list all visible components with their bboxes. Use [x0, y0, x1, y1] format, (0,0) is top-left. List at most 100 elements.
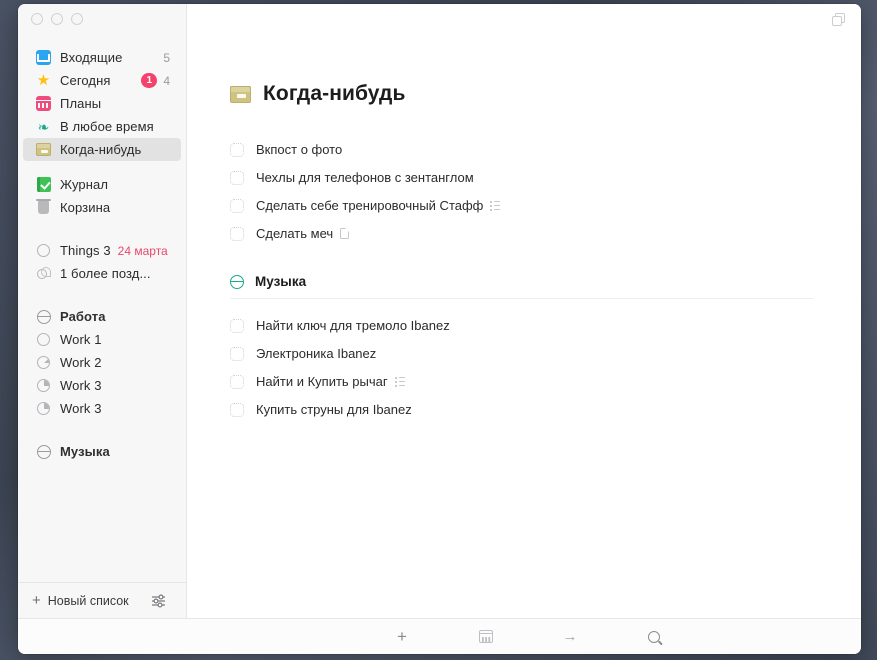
task-checkbox[interactable] — [230, 374, 244, 389]
task-row[interactable]: Найти и Купить рычаг — [230, 369, 813, 394]
inbox-icon — [35, 49, 52, 66]
sidebar: Входящие 5 ★ Сегодня 1 4 Планы ❧ В любое… — [18, 4, 187, 618]
sidebar-list[interactable]: Входящие 5 ★ Сегодня 1 4 Планы ❧ В любое… — [18, 34, 186, 582]
sidebar-footer: + Новый список — [18, 582, 186, 618]
logbook-icon — [35, 176, 52, 193]
task-title: Купить струны для Ibanez — [256, 402, 412, 417]
sidebar-item-label: Things 3 — [60, 243, 111, 258]
task-title: Вкпост о фото — [256, 142, 343, 157]
search-icon — [648, 630, 660, 643]
minimize-button[interactable] — [51, 13, 63, 25]
area-icon — [35, 443, 52, 460]
inbox-count: 5 — [163, 50, 170, 65]
task-indicators — [340, 227, 350, 239]
sidebar-item-anytime[interactable]: ❧ В любое время — [23, 115, 181, 138]
task-checkbox[interactable] — [230, 198, 244, 213]
task-row[interactable]: Сделать себе тренировочный Стафф — [230, 193, 813, 218]
task-checkbox[interactable] — [230, 226, 244, 241]
zoom-button[interactable] — [71, 13, 83, 25]
page-title: Когда-нибудь — [263, 82, 406, 105]
close-button[interactable] — [31, 13, 43, 25]
sidebar-item-label: Когда-нибудь — [60, 142, 142, 157]
section-divider — [230, 298, 813, 299]
calendar-icon — [35, 95, 52, 112]
sidebar-item-things3[interactable]: Things 3 24 марта — [23, 239, 181, 262]
bottom-toolbar: + → — [18, 618, 861, 654]
sidebar-item-inbox[interactable]: Входящие 5 — [23, 46, 181, 69]
sidebar-item-label: В любое время — [60, 119, 154, 134]
sidebar-item-more-later[interactable]: 1 более позд... — [23, 262, 181, 285]
sidebar-item-label: Work 1 — [60, 332, 102, 347]
task-list-scroll[interactable]: Когда-нибудь Вкпост о фото Чехлы для тел… — [187, 34, 861, 618]
sidebar-item-date: 24 марта — [117, 243, 168, 258]
area-icon — [35, 308, 52, 325]
new-list-label: Новый список — [47, 593, 129, 608]
plus-icon: + — [32, 592, 41, 609]
when-button[interactable] — [463, 619, 509, 654]
sidebar-item-trash[interactable]: Корзина — [23, 196, 181, 219]
main-content: Когда-нибудь Вкпост о фото Чехлы для тел… — [187, 4, 861, 618]
layers-icon: ❧ — [37, 118, 50, 135]
area-icon — [230, 274, 244, 289]
sidebar-item-label: Журнал — [60, 177, 109, 192]
sidebar-item-label: Work 2 — [60, 355, 102, 370]
sidebar-item-work-3a[interactable]: Work 3 — [23, 374, 181, 397]
task-row[interactable]: Найти ключ для тремоло Ibanez — [230, 313, 813, 338]
task-checkbox[interactable] — [230, 142, 244, 157]
sidebar-item-label: Work 3 — [60, 401, 102, 416]
sidebar-item-logbook[interactable]: Журнал — [23, 173, 181, 196]
task-title: Найти и Купить рычаг — [256, 374, 388, 389]
task-row[interactable]: Электроника Ibanez — [230, 341, 813, 366]
search-button[interactable] — [631, 619, 677, 654]
move-button[interactable]: → — [547, 619, 593, 654]
task-indicators — [394, 376, 405, 387]
sidebar-item-label: Музыка — [60, 444, 110, 459]
section-title: Музыка — [255, 274, 307, 289]
task-title: Электроника Ibanez — [256, 346, 377, 361]
duplicate-window-icon[interactable] — [832, 13, 847, 28]
arrow-right-icon: → — [562, 628, 578, 645]
window-body: Входящие 5 ★ Сегодня 1 4 Планы ❧ В любое… — [18, 4, 861, 618]
task-row[interactable]: Чехлы для телефонов с зентанглом — [230, 165, 813, 190]
note-icon — [340, 227, 350, 239]
task-row[interactable]: Сделать меч — [230, 221, 813, 246]
section-header-muzyka[interactable]: Музыка — [230, 274, 813, 289]
checklist-icon — [394, 376, 405, 387]
sidebar-item-area-rabota[interactable]: Работа — [23, 305, 181, 328]
task-row[interactable]: Купить струны для Ibanez — [230, 397, 813, 422]
sidebar-divider — [18, 285, 186, 305]
sidebar-item-label: Работа — [60, 309, 106, 324]
sidebar-item-work-2[interactable]: Work 2 — [23, 351, 181, 374]
task-checkbox[interactable] — [230, 346, 244, 361]
task-checkbox[interactable] — [230, 318, 244, 333]
progress-12-icon — [35, 354, 52, 371]
sidebar-item-label: 1 более позд... — [60, 266, 151, 281]
task-checkbox[interactable] — [230, 170, 244, 185]
new-list-button[interactable]: + Новый список — [32, 593, 129, 608]
task-title: Сделать меч — [256, 226, 334, 241]
plus-icon: + — [397, 627, 407, 646]
sidebar-item-work-3b[interactable]: Work 3 — [23, 397, 181, 420]
task-row[interactable]: Вкпост о фото — [230, 137, 813, 162]
sidebar-item-someday[interactable]: Когда-нибудь — [23, 138, 181, 161]
sliders-icon[interactable] — [151, 594, 166, 608]
progress-50-icon — [35, 400, 52, 417]
new-todo-button[interactable]: + — [379, 619, 425, 654]
task-title: Найти ключ для тремоло Ibanez — [256, 318, 450, 333]
main-titlebar — [187, 4, 861, 34]
task-title: Чехлы для телефонов с зентанглом — [256, 170, 474, 185]
sidebar-item-work-1[interactable]: Work 1 — [23, 328, 181, 351]
today-badge: 1 — [141, 73, 158, 88]
sidebar-item-label: Планы — [60, 96, 102, 111]
sidebar-item-today[interactable]: ★ Сегодня 1 4 — [23, 69, 181, 92]
window-controls — [18, 4, 186, 34]
task-indicators — [490, 200, 501, 211]
progress-25-icon — [35, 377, 52, 394]
sidebar-divider — [18, 219, 186, 239]
sidebar-item-upcoming[interactable]: Планы — [23, 92, 181, 115]
link-icon — [35, 265, 52, 282]
sidebar-item-area-muzyka[interactable]: Музыка — [23, 440, 181, 463]
task-checkbox[interactable] — [230, 402, 244, 417]
task-title: Сделать себе тренировочный Стафф — [256, 198, 484, 213]
progress-0-icon — [35, 331, 52, 348]
